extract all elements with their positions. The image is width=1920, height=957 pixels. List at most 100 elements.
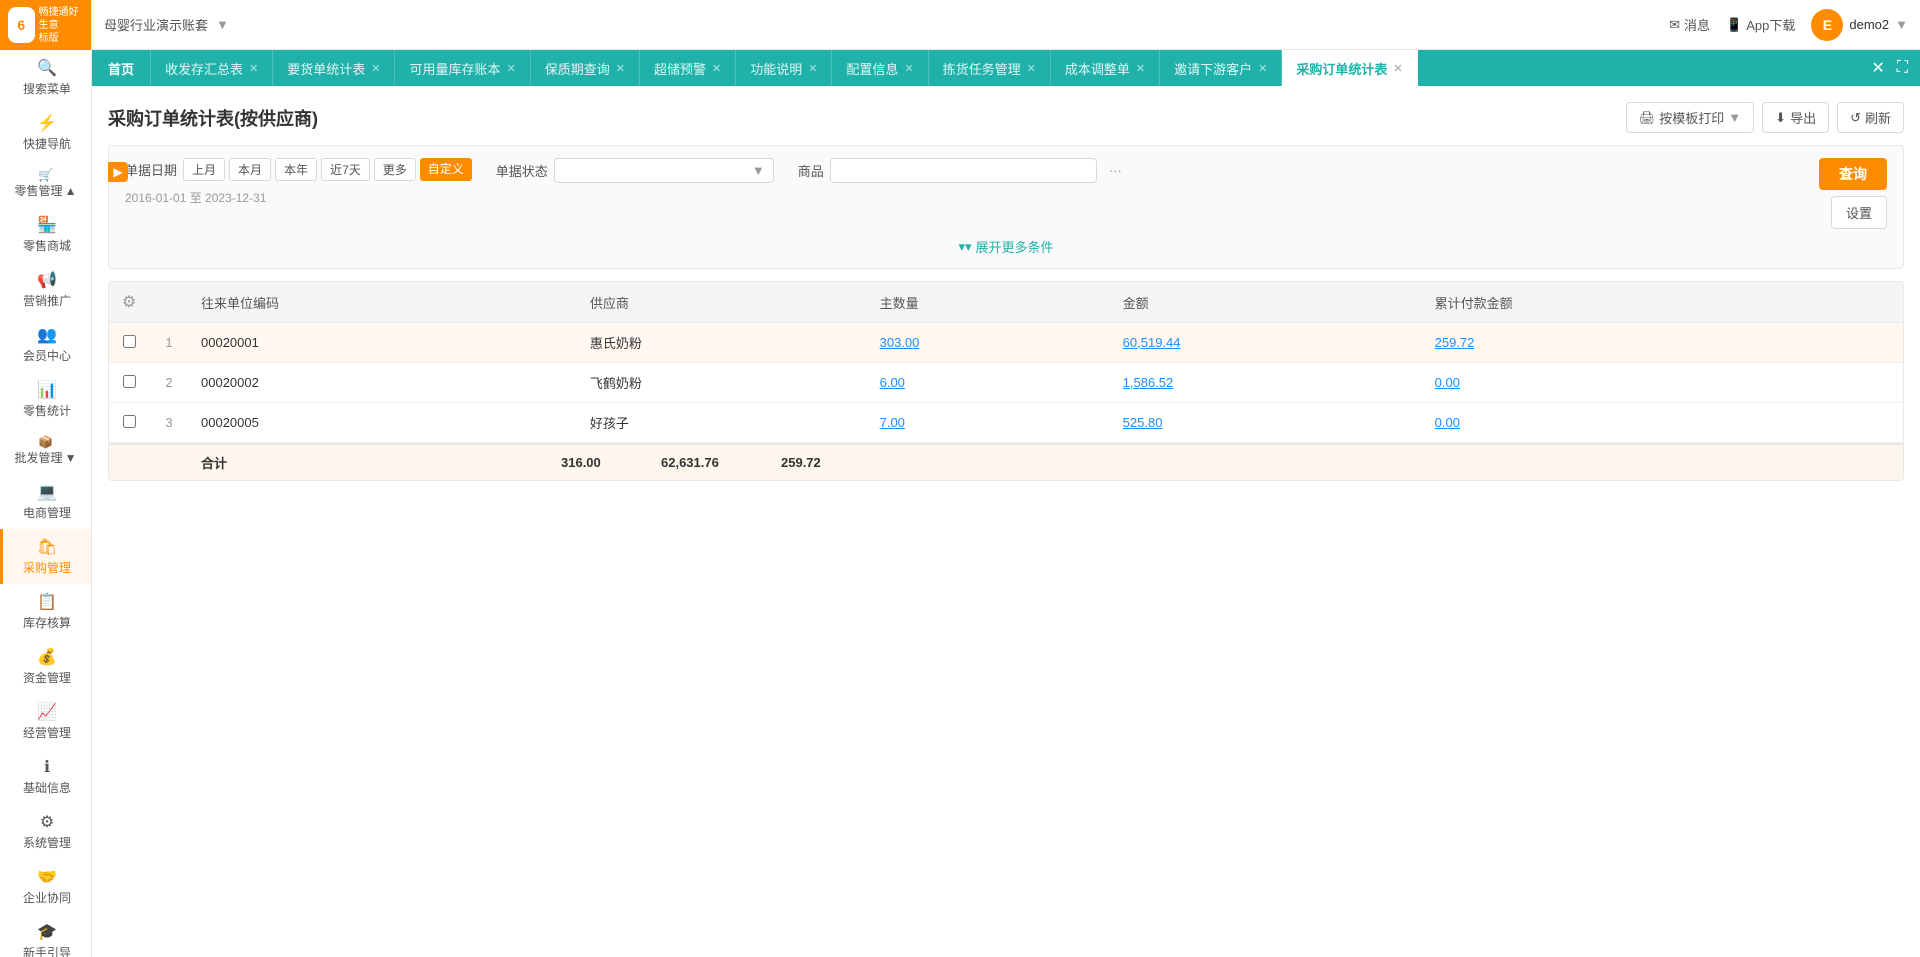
user-dropdown-icon: ▼: [1895, 17, 1908, 32]
sidebar-item-guide[interactable]: 🎓 新手引导: [0, 914, 91, 957]
tab-pick-task[interactable]: 拣货任务管理 ✕: [929, 50, 1051, 86]
row-paid-1[interactable]: 259.72: [1423, 323, 1812, 363]
message-btn[interactable]: ✉ 消息: [1669, 15, 1710, 34]
col-supplier-header: 供应商: [578, 282, 868, 323]
sidebar-item-inventory[interactable]: 📋 库存核算: [0, 584, 91, 639]
sidebar-item-marketing[interactable]: 📢 营销推广: [0, 262, 91, 317]
sidebar-item-label: 系统管理: [23, 834, 71, 851]
tab-function-desc[interactable]: 功能说明 ✕: [736, 50, 832, 86]
row-checkbox-1[interactable]: [109, 323, 149, 363]
tab-close-icon[interactable]: ✕: [249, 62, 258, 75]
sidebar-item-label: 零售统计: [23, 402, 71, 419]
tab-order-stats[interactable]: 要货单统计表 ✕: [273, 50, 395, 86]
sidebar-item-system[interactable]: ⚙ 系统管理: [0, 804, 91, 859]
tab-close-icon[interactable]: ✕: [1027, 62, 1036, 75]
row-quantity-2[interactable]: 6.00: [868, 363, 1111, 403]
page-header: 采购订单统计表(按供应商) 🖨 按模板打印 ▼ ⬇ 导出 ↺ 刷新: [108, 102, 1904, 133]
finance-icon: 💰: [37, 647, 57, 667]
expand-more-btn[interactable]: ▾▾ 展开更多条件: [958, 237, 1053, 256]
settings-btn[interactable]: 设置: [1831, 196, 1887, 229]
table-settings-icon[interactable]: ⚙: [122, 294, 136, 311]
tab-invite-downstream[interactable]: 邀请下游客户 ✕: [1160, 50, 1282, 86]
sidebar-item-purchase-mgmt[interactable]: 🛍 采购管理: [0, 529, 91, 584]
col-unit-code-header: 往来单位编码: [189, 282, 578, 323]
sidebar-item-search[interactable]: 🔍 搜索菜单: [0, 50, 91, 105]
tab-expiry-query[interactable]: 保质期查询 ✕: [531, 50, 640, 86]
refresh-btn[interactable]: ↺ 刷新: [1837, 102, 1904, 133]
tab-close-icon-active[interactable]: ✕: [1393, 62, 1402, 75]
sidebar-item-operations[interactable]: 📈 经营管理: [0, 694, 91, 749]
tab-config-info[interactable]: 配置信息 ✕: [832, 50, 928, 86]
tab-close-icon[interactable]: ✕: [808, 62, 817, 75]
maximize-btn[interactable]: ⛶: [1893, 57, 1912, 79]
table-footer: 合计 316.00 62,631.76 259.72: [109, 443, 1903, 480]
this-year-btn[interactable]: 本年: [275, 158, 317, 181]
expand-icon: ▾▾: [958, 239, 971, 255]
this-month-btn[interactable]: 本月: [229, 158, 271, 181]
tab-home[interactable]: 首页: [92, 50, 151, 86]
tab-close-icon[interactable]: ✕: [1258, 62, 1267, 75]
sidebar-item-collab[interactable]: 🤝 企业协同: [0, 859, 91, 914]
row-checkbox-2[interactable]: [109, 363, 149, 403]
topbar: 母婴行业演示账套 ▼ ✉ 消息 📱 App下载 E demo2 ▼: [92, 0, 1920, 50]
filter-toggle-btn[interactable]: ▶: [108, 162, 128, 182]
sidebar-item-quick-nav[interactable]: ⚡ 快捷导航: [0, 105, 91, 160]
tab-overstock-warning[interactable]: 超储预警 ✕: [640, 50, 736, 86]
app-download-btn[interactable]: 📱 App下载: [1726, 15, 1795, 34]
tab-close-icon[interactable]: ✕: [371, 62, 380, 75]
tab-close-icon[interactable]: ✕: [712, 62, 721, 75]
row-quantity-3[interactable]: 7.00: [868, 403, 1111, 443]
export-btn[interactable]: ⬇ 导出: [1762, 102, 1829, 133]
table-row: 3 00020005 好孩子 7.00 525.80 0.00: [109, 403, 1903, 443]
status-select[interactable]: ▼: [554, 158, 774, 183]
sidebar-item-label: 基础信息: [23, 779, 71, 796]
tab-cost-adjust[interactable]: 成本调整单 ✕: [1051, 50, 1160, 86]
print-icon: 🖨: [1639, 110, 1656, 126]
sidebar-item-label: 企业协同: [23, 889, 71, 906]
row-paid-3[interactable]: 0.00: [1423, 403, 1812, 443]
goods-more-btn[interactable]: ···: [1101, 161, 1130, 180]
page-content: 采购订单统计表(按供应商) 🖨 按模板打印 ▼ ⬇ 导出 ↺ 刷新: [92, 86, 1920, 957]
sidebar-item-wholesale-mgmt[interactable]: 📦 批发管理 ▼: [0, 427, 91, 474]
breadcrumb-dropdown-icon[interactable]: ▼: [216, 17, 229, 32]
tab-purchase-order-stats[interactable]: 采购订单统计表 ✕: [1282, 50, 1417, 86]
chevron-down-icon-2: ▼: [65, 451, 77, 465]
goods-input[interactable]: [830, 158, 1097, 183]
sidebar-item-ecommerce[interactable]: 💻 电商管理: [0, 474, 91, 529]
sidebar-item-member-center[interactable]: 👥 会员中心: [0, 317, 91, 372]
row-index-3: 3: [149, 403, 189, 443]
sidebar-item-retail-shop[interactable]: 🏪 零售商城: [0, 207, 91, 262]
tab-close-icon[interactable]: ✕: [904, 62, 913, 75]
row-quantity-1[interactable]: 303.00: [868, 323, 1111, 363]
goods-filter: 商品 ···: [798, 158, 1130, 183]
7days-btn[interactable]: 近7天: [321, 158, 370, 181]
sidebar-item-retail-stats[interactable]: 📊 零售统计: [0, 372, 91, 427]
sidebar-item-finance[interactable]: 💰 资金管理: [0, 639, 91, 694]
row-amount-3[interactable]: 525.80: [1111, 403, 1423, 443]
more-date-btn[interactable]: 更多: [374, 158, 416, 181]
tab-close-icon[interactable]: ✕: [616, 62, 625, 75]
row-amount-1[interactable]: 60,519.44: [1111, 323, 1423, 363]
logo-icon: 6: [8, 7, 35, 43]
sidebar-item-label: 零售商城: [23, 237, 71, 254]
table-row: 2 00020002 飞鹤奶粉 6.00 1,586.52 0.00: [109, 363, 1903, 403]
sidebar-item-basic-info[interactable]: ℹ 基础信息: [0, 749, 91, 804]
topbar-right: ✉ 消息 📱 App下载 E demo2 ▼: [1669, 9, 1908, 41]
row-amount-2[interactable]: 1,586.52: [1111, 363, 1423, 403]
last-month-btn[interactable]: 上月: [183, 158, 225, 181]
status-label: 单据状态: [496, 161, 548, 180]
sidebar-item-retail-mgmt[interactable]: 🛒 零售管理 ▲: [0, 160, 91, 207]
sidebar-item-label: 营销推广: [23, 292, 71, 309]
tab-available-inventory[interactable]: 可用量库存账本 ✕: [395, 50, 530, 86]
row-checkbox-3[interactable]: [109, 403, 149, 443]
sidebar-item-label: 库存核算: [23, 614, 71, 631]
print-btn[interactable]: 🖨 按模板打印 ▼: [1626, 102, 1754, 133]
app-logo: 6 畅捷通好生意标版: [0, 0, 91, 50]
tab-close-icon[interactable]: ✕: [1136, 62, 1145, 75]
user-area[interactable]: E demo2 ▼: [1811, 9, 1908, 41]
tab-close-icon[interactable]: ✕: [507, 62, 516, 75]
close-window-btn[interactable]: ✕: [1867, 56, 1888, 80]
tab-receive-send[interactable]: 收发存汇总表 ✕: [151, 50, 273, 86]
search-btn[interactable]: 查询: [1819, 158, 1887, 190]
row-paid-2[interactable]: 0.00: [1423, 363, 1812, 403]
